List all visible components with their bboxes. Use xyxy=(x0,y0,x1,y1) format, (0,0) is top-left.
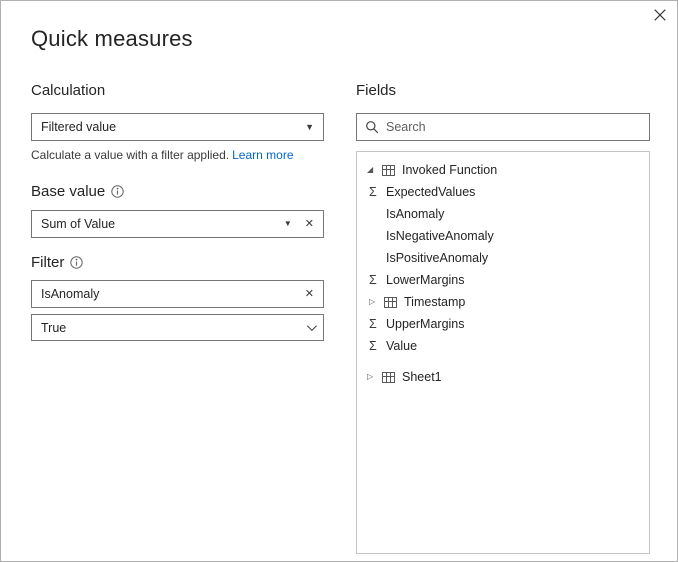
collapse-icon[interactable]: ◢ xyxy=(367,166,382,174)
table-icon xyxy=(382,371,395,383)
filter-label: Filter xyxy=(31,254,65,271)
calculation-helper-text: Calculate a value with a filter applied. xyxy=(31,148,230,162)
sigma-icon: Σ xyxy=(369,338,377,353)
tree-item[interactable]: ◢ Invoked Function xyxy=(357,159,649,181)
info-icon[interactable] xyxy=(70,256,84,269)
tree-item[interactable]: Σ LowerMargins xyxy=(357,269,649,291)
calculation-helper: Calculate a value with a filter applied.… xyxy=(31,148,294,162)
base-value-selected: Sum of Value xyxy=(41,217,116,231)
tree-item[interactable]: ▷ Timestamp xyxy=(357,291,649,313)
close-button[interactable] xyxy=(651,6,669,24)
tree-item[interactable]: Σ UpperMargins xyxy=(357,313,649,335)
field-label: IsNegativeAnomaly xyxy=(386,229,494,243)
expand-icon[interactable]: ▷ xyxy=(367,373,382,381)
close-icon xyxy=(654,9,666,21)
clear-filter-icon[interactable]: ✕ xyxy=(305,288,314,300)
fields-tree: ◢ Invoked Function Σ ExpectedValues IsAn… xyxy=(356,151,650,554)
fields-label: Fields xyxy=(356,82,397,99)
tree-item[interactable]: Σ Value xyxy=(357,335,649,357)
search-input[interactable] xyxy=(386,120,641,134)
tree-item[interactable]: IsNegativeAnomaly xyxy=(357,225,649,247)
chevron-down-icon xyxy=(306,321,317,332)
sigma-icon: Σ xyxy=(369,184,377,199)
quick-measures-dialog: Quick measures Calculation Filtered valu… xyxy=(0,0,678,562)
filter-label-row: Filter xyxy=(31,254,84,271)
sigma-icon: Σ xyxy=(369,272,377,287)
field-label: Timestamp xyxy=(404,295,466,309)
tree-item[interactable]: ▷ Sheet1 xyxy=(357,366,649,388)
search-icon xyxy=(366,121,379,134)
table-icon xyxy=(382,164,395,176)
calculation-dropdown[interactable]: Filtered value ▼ xyxy=(31,113,324,141)
table-icon xyxy=(384,296,397,308)
expand-icon[interactable]: ▷ xyxy=(369,298,384,306)
base-value-combo[interactable]: Sum of Value ▼ ✕ xyxy=(31,210,324,238)
field-label: Value xyxy=(386,339,418,353)
field-label: UpperMargins xyxy=(386,317,465,331)
clear-base-value-icon[interactable]: ✕ xyxy=(305,218,314,230)
field-label: Invoked Function xyxy=(402,163,498,177)
filter-value-selected: True xyxy=(41,320,67,335)
combo-caret-icon: ▼ xyxy=(283,219,292,228)
info-icon[interactable] xyxy=(111,185,124,198)
filter-field-input[interactable]: IsAnomaly ✕ xyxy=(31,280,324,308)
filter-field-value: IsAnomaly xyxy=(41,287,100,301)
field-label: ExpectedValues xyxy=(386,185,476,199)
dropdown-caret-icon: ▼ xyxy=(305,121,314,132)
tree-item[interactable]: Σ ExpectedValues xyxy=(357,181,649,203)
field-label: LowerMargins xyxy=(386,273,465,287)
field-label: IsPositiveAnomaly xyxy=(386,251,489,265)
field-label: Sheet1 xyxy=(402,370,442,384)
dialog-title: Quick measures xyxy=(31,26,193,51)
field-label: IsAnomaly xyxy=(386,207,445,221)
calculation-selected-value: Filtered value xyxy=(41,120,117,134)
learn-more-link[interactable]: Learn more xyxy=(232,148,293,162)
fields-search xyxy=(356,113,650,141)
tree-item[interactable]: IsAnomaly xyxy=(357,203,649,225)
filter-value-dropdown[interactable]: True xyxy=(31,314,324,341)
tree-item[interactable]: IsPositiveAnomaly xyxy=(357,247,649,269)
sigma-icon: Σ xyxy=(369,316,377,331)
base-value-label: Base value xyxy=(31,183,106,200)
calculation-label: Calculation xyxy=(31,82,106,99)
base-value-label-row: Base value xyxy=(31,183,124,200)
